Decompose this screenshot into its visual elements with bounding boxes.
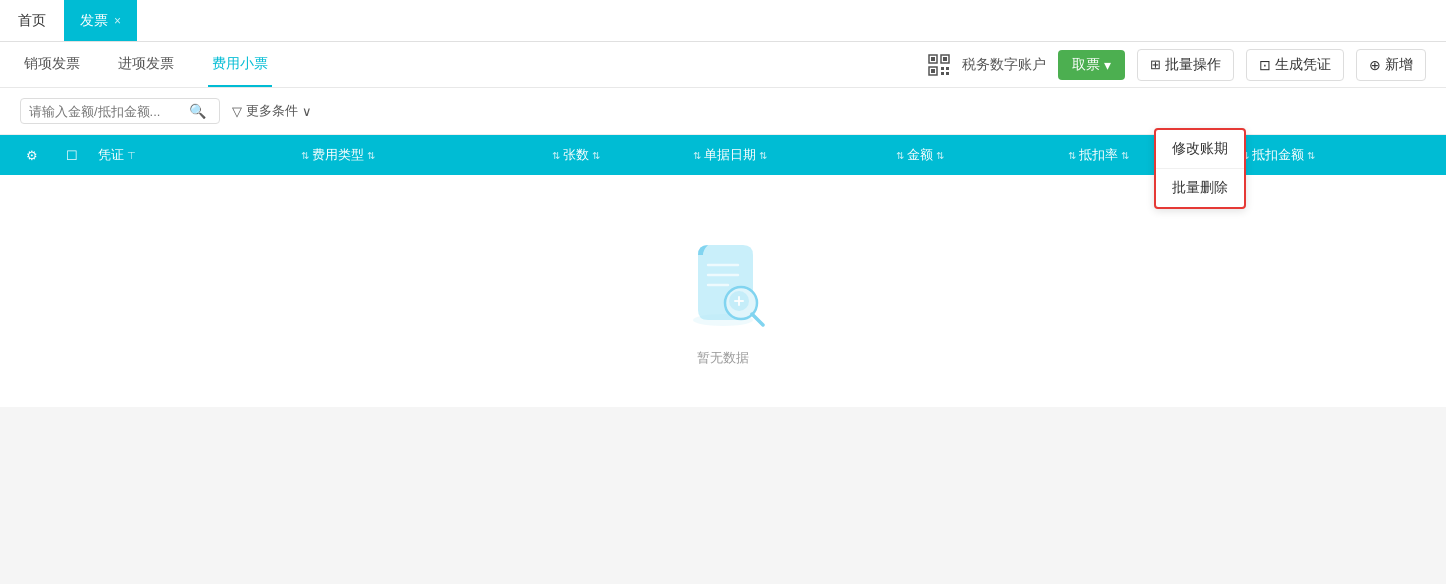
svg-rect-3: [943, 57, 947, 61]
nav-tab-label: 发票: [80, 12, 108, 30]
batch-dropdown-menu: 修改账期 批量删除: [1154, 128, 1246, 209]
tab-sales-invoice[interactable]: 销项发票: [20, 42, 84, 87]
th-count[interactable]: ⇅ 张数 ⇅: [544, 146, 685, 164]
sort-icon-date-l: ⇅: [693, 150, 701, 161]
th-type-label: 费用类型: [312, 146, 364, 164]
sort-icon-count-l: ⇅: [552, 150, 560, 161]
th-amount[interactable]: ⇅ 金额 ⇅: [888, 146, 1060, 164]
dropdown-item-change-period[interactable]: 修改账期: [1156, 130, 1244, 168]
more-filter-button[interactable]: ▽ 更多条件 ∨: [232, 102, 312, 120]
filter-icon: ▽: [232, 104, 242, 119]
th-rate-label: 抵扣率: [1079, 146, 1118, 164]
svg-rect-9: [946, 72, 949, 75]
top-nav: 首页 发票 ×: [0, 0, 1446, 42]
th-amount-label: 金额: [907, 146, 933, 164]
voucher-sort-icon: ⊤: [127, 150, 136, 161]
batch-operation-button[interactable]: ⊞ 批量操作: [1137, 49, 1234, 81]
svg-line-16: [752, 314, 763, 325]
th-date[interactable]: ⇅ 单据日期 ⇅: [685, 146, 888, 164]
deduct-sort-icon: ⇅: [1307, 150, 1315, 161]
sub-nav-right: 税务数字账户 取票 ▾ ⊞ 批量操作 ⊡ 生成凭证 ⊕ 新增: [928, 49, 1426, 81]
sort-icon-amount-l: ⇅: [896, 150, 904, 161]
svg-rect-6: [941, 67, 944, 70]
sort-icon-rate-l: ⇅: [1068, 150, 1076, 161]
qr-icon: [928, 54, 950, 76]
search-input[interactable]: [29, 104, 189, 119]
tab-purchase-invoice[interactable]: 进项发票: [114, 42, 178, 87]
dropdown-item-batch-delete[interactable]: 批量删除: [1156, 168, 1244, 207]
tab-expense-ticket[interactable]: 费用小票: [208, 42, 272, 87]
more-filter-label: 更多条件: [246, 102, 298, 120]
th-settings[interactable]: ⚙: [10, 148, 54, 163]
add-icon: ⊕: [1369, 57, 1381, 73]
count-sort-icon: ⇅: [592, 150, 600, 161]
th-voucher-label: 凭证: [98, 146, 124, 164]
filter-arrow: ∨: [302, 104, 312, 119]
batch-label: 批量操作: [1165, 56, 1221, 74]
th-deduct-amount[interactable]: ⇅ 抵扣金额 ⇅: [1233, 146, 1436, 164]
svg-rect-7: [946, 67, 949, 70]
th-deduct-label: 抵扣金额: [1252, 146, 1304, 164]
th-date-label: 单据日期: [704, 146, 756, 164]
svg-rect-8: [941, 72, 944, 75]
get-ticket-button[interactable]: 取票 ▾: [1058, 50, 1125, 80]
nav-home[interactable]: 首页: [0, 0, 64, 41]
th-checkbox[interactable]: ☐: [54, 148, 90, 163]
type-sort-icon: ⇅: [367, 150, 375, 161]
qr-button[interactable]: [928, 54, 950, 76]
add-label: 新增: [1385, 56, 1413, 74]
svg-rect-1: [931, 57, 935, 61]
th-expense-type[interactable]: ⇅ 费用类型 ⇅: [293, 146, 543, 164]
nav-tab-close[interactable]: ×: [114, 14, 121, 28]
th-count-label: 张数: [563, 146, 589, 164]
nav-tab-invoice[interactable]: 发票 ×: [64, 0, 137, 41]
sort-icon-left: ⇅: [301, 150, 309, 161]
voucher-icon: ⊡: [1259, 57, 1271, 73]
voucher-label: 生成凭证: [1275, 56, 1331, 74]
sub-nav-left: 销项发票 进项发票 费用小票: [20, 42, 272, 87]
rate-sort-icon: ⇅: [1121, 150, 1129, 161]
date-sort-icon: ⇅: [759, 150, 767, 161]
settings-icon: ⚙: [26, 148, 38, 163]
add-button[interactable]: ⊕ 新增: [1356, 49, 1426, 81]
th-voucher[interactable]: 凭证 ⊤: [90, 146, 293, 164]
tax-digital-account-button[interactable]: 税务数字账户: [962, 56, 1046, 74]
checkbox-icon: ☐: [66, 148, 78, 163]
generate-voucher-button[interactable]: ⊡ 生成凭证: [1246, 49, 1344, 81]
get-ticket-arrow: ▾: [1104, 57, 1111, 73]
svg-rect-5: [931, 69, 935, 73]
empty-state: 暂无数据: [0, 175, 1446, 407]
search-icon[interactable]: 🔍: [189, 103, 206, 119]
empty-text: 暂无数据: [697, 349, 749, 367]
amount-sort-icon: ⇅: [936, 150, 944, 161]
get-ticket-label: 取票: [1072, 56, 1100, 74]
batch-icon: ⊞: [1150, 57, 1161, 72]
empty-illustration: [673, 235, 773, 335]
search-wrap: 🔍: [20, 98, 220, 124]
sub-nav: 销项发票 进项发票 费用小票 税务数字账户 取票 ▾ ⊞: [0, 42, 1446, 88]
